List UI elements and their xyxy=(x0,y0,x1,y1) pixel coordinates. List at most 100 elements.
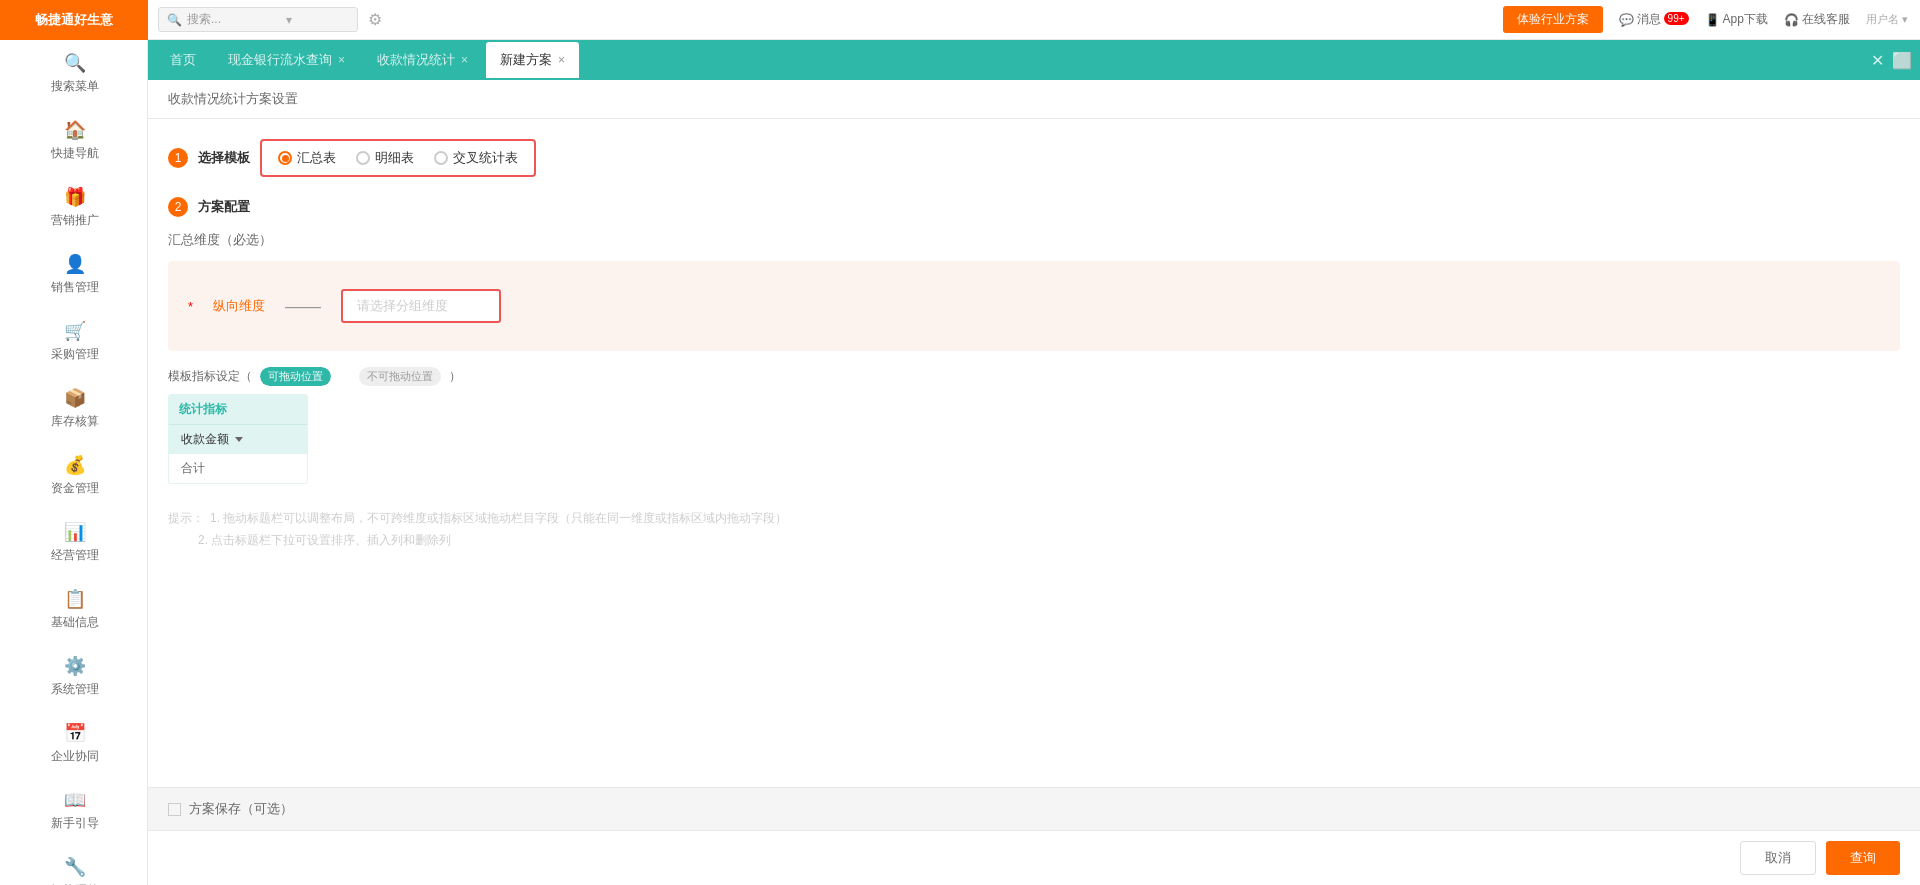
page-content: 收款情况统计方案设置 1 选择模板 汇总表 xyxy=(148,80,1920,830)
finance-icon: 💰 xyxy=(64,454,86,476)
sidebar-item-nav[interactable]: 🏠 快捷导航 xyxy=(0,107,147,174)
indicator-row-label: 合计 xyxy=(181,461,205,475)
online-service-button[interactable]: 🎧 在线客服 xyxy=(1784,11,1850,28)
radio-summary[interactable]: 汇总表 xyxy=(278,149,336,167)
search-menu-icon: 🔍 xyxy=(64,52,86,74)
sidebar-item-operation[interactable]: 📊 经营管理 xyxy=(0,509,147,576)
step2-section: 2 方案配置 汇总维度（必选） * 纵向维度 — xyxy=(168,197,1900,551)
toggle-separator xyxy=(339,368,351,385)
sidebar-item-basic[interactable]: 📋 基础信息 xyxy=(0,576,147,643)
sales-icon: 👤 xyxy=(64,253,86,275)
step1-section: 1 选择模板 汇总表 明细表 xyxy=(168,139,1900,177)
tab-new-plan-close[interactable]: × xyxy=(558,54,565,66)
sidebar-item-search[interactable]: 🔍 搜索菜单 xyxy=(0,40,147,107)
sidebar-item-marketing[interactable]: 🎁 营销推广 xyxy=(0,174,147,241)
sidebar-item-system[interactable]: ⚙️ 系统管理 xyxy=(0,643,147,710)
sidebar-label-collab: 企业协同 xyxy=(51,748,99,765)
radio-detail-label: 明细表 xyxy=(375,149,414,167)
sidebar-item-purchase[interactable]: 🛒 采购管理 xyxy=(0,308,147,375)
indicator-col-header[interactable]: 收款金额 xyxy=(169,425,307,454)
search-placeholder: 搜索... xyxy=(187,11,221,28)
sidebar-label-basic: 基础信息 xyxy=(51,614,99,631)
dimension-title: 汇总维度（必选） xyxy=(168,231,1900,249)
tip2-text: 2. 点击标题栏下拉可设置排序、插入列和删除列 xyxy=(198,530,451,552)
tab-receipt-stats-label: 收款情况统计 xyxy=(377,51,455,69)
template-radio-group: 汇总表 明细表 交叉统计表 xyxy=(278,149,518,167)
radio-cross[interactable]: 交叉统计表 xyxy=(434,149,518,167)
indicator-settings-label: 模板指标设定（ xyxy=(168,368,252,385)
toggle-draggable[interactable]: 可拖动位置 xyxy=(260,367,331,386)
radio-summary-label: 汇总表 xyxy=(297,149,336,167)
tab-cash-flow[interactable]: 现金银行流水查询 × xyxy=(214,42,359,78)
tab-cash-flow-close[interactable]: × xyxy=(338,54,345,66)
sidebar-label-inventory: 库存核算 xyxy=(51,413,99,430)
tab-home[interactable]: 首页 xyxy=(156,42,210,78)
purchase-icon: 🛒 xyxy=(64,320,86,342)
indicator-row-value: 合计 xyxy=(169,454,307,483)
dimension-selector[interactable]: 请选择分组维度 xyxy=(341,289,501,323)
window-controls: ✕ ⬜ xyxy=(1871,51,1912,70)
radio-cross-label: 交叉统计表 xyxy=(453,149,518,167)
dimension-row: * 纵向维度 —— 请选择分组维度 xyxy=(188,289,501,323)
save-checkbox[interactable] xyxy=(168,803,181,816)
indicator-col-label: 收款金额 xyxy=(181,431,229,448)
dimension-title-text: 汇总维度（必选） xyxy=(168,232,272,247)
sidebar-item-hardware[interactable]: 🔧 智能硬件 xyxy=(0,844,147,885)
indicator-section-title: 统计指标 xyxy=(169,395,307,425)
tab-receipt-stats-close[interactable]: × xyxy=(461,54,468,66)
collab-icon: 📅 xyxy=(64,722,86,744)
tab-new-plan[interactable]: 新建方案 × xyxy=(486,42,579,78)
download-label: App下载 xyxy=(1723,11,1768,28)
service-label: 在线客服 xyxy=(1802,11,1850,28)
dimension-arrow: —— xyxy=(285,296,321,317)
indicator-close-paren: ） xyxy=(449,368,461,385)
tip1-line: 提示： 1. 拖动标题栏可以调整布局，不可跨维度或指标区域拖动栏目字段（只能在同… xyxy=(168,508,1900,530)
toggle-draggable-on: 可拖动位置 xyxy=(260,367,331,386)
query-button[interactable]: 查询 xyxy=(1826,841,1900,875)
footer-bar: 取消 查询 xyxy=(148,830,1920,885)
sidebar-label-system: 系统管理 xyxy=(51,681,99,698)
radio-cross-circle xyxy=(434,151,448,165)
logo: 畅捷通好生意 xyxy=(0,0,148,40)
sidebar-item-guide[interactable]: 📖 新手引导 xyxy=(0,777,147,844)
toggle-non-draggable-off: 不可拖动位置 xyxy=(359,367,441,386)
step1-num: 1 xyxy=(168,148,188,168)
gear-btn[interactable]: ⚙ xyxy=(368,10,382,29)
message-button[interactable]: 💬 消息 99+ xyxy=(1619,11,1689,28)
sidebar-label-finance: 资金管理 xyxy=(51,480,99,497)
search-box[interactable]: 🔍 搜索... ▾ xyxy=(158,7,358,32)
maximize-window-button[interactable]: ⬜ xyxy=(1892,51,1912,70)
sidebar-item-collab[interactable]: 📅 企业协同 xyxy=(0,710,147,777)
toggle-non-draggable[interactable]: 不可拖动位置 xyxy=(359,367,441,386)
tab-bar: 首页 现金银行流水查询 × 收款情况统计 × 新建方案 × ✕ ⬜ xyxy=(148,40,1920,80)
tab-receipt-stats[interactable]: 收款情况统计 × xyxy=(363,42,482,78)
radio-detail[interactable]: 明细表 xyxy=(356,149,414,167)
sidebar-label-purchase: 采购管理 xyxy=(51,346,99,363)
sidebar-label-marketing: 营销推广 xyxy=(51,212,99,229)
radio-detail-circle xyxy=(356,151,370,165)
sidebar-item-inventory[interactable]: 📦 库存核算 xyxy=(0,375,147,442)
sidebar-item-sales[interactable]: 👤 销售管理 xyxy=(0,241,147,308)
trial-button[interactable]: 体验行业方案 xyxy=(1503,6,1603,33)
header-search-area: 🔍 搜索... ▾ ⚙ xyxy=(148,7,1503,32)
sidebar-item-finance[interactable]: 💰 资金管理 xyxy=(0,442,147,509)
form-area: 1 选择模板 汇总表 明细表 xyxy=(148,119,1920,787)
user-avatar[interactable]: 用户名 ▾ xyxy=(1866,12,1908,27)
indicator-header: 模板指标设定（ 可拖动位置 不可拖动位置 ） xyxy=(168,367,1900,386)
tip1-text: 1. 拖动标题栏可以调整布局，不可跨维度或指标区域拖动栏目字段（只能在同一维度或… xyxy=(210,508,787,530)
save-label: 方案保存（可选） xyxy=(189,800,293,818)
hardware-icon: 🔧 xyxy=(64,856,86,878)
download-icon-glyph: 📱 xyxy=(1705,13,1720,27)
tab-new-plan-label: 新建方案 xyxy=(500,51,552,69)
required-mark: * xyxy=(188,299,193,314)
system-icon: ⚙️ xyxy=(64,655,86,677)
app-download-button[interactable]: 📱 App下载 xyxy=(1705,11,1768,28)
dimension-area: * 纵向维度 —— 请选择分组维度 xyxy=(168,261,1900,351)
sidebar-label-guide: 新手引导 xyxy=(51,815,99,832)
close-window-button[interactable]: ✕ xyxy=(1871,51,1884,70)
notification-badge: 99+ xyxy=(1664,12,1689,25)
dropdown-icon: ▾ xyxy=(286,13,292,27)
dimension-label: 纵向维度 xyxy=(213,297,265,315)
indicator-table-area: 统计指标 收款金额 合计 xyxy=(168,394,1900,484)
cancel-button[interactable]: 取消 xyxy=(1740,841,1816,875)
